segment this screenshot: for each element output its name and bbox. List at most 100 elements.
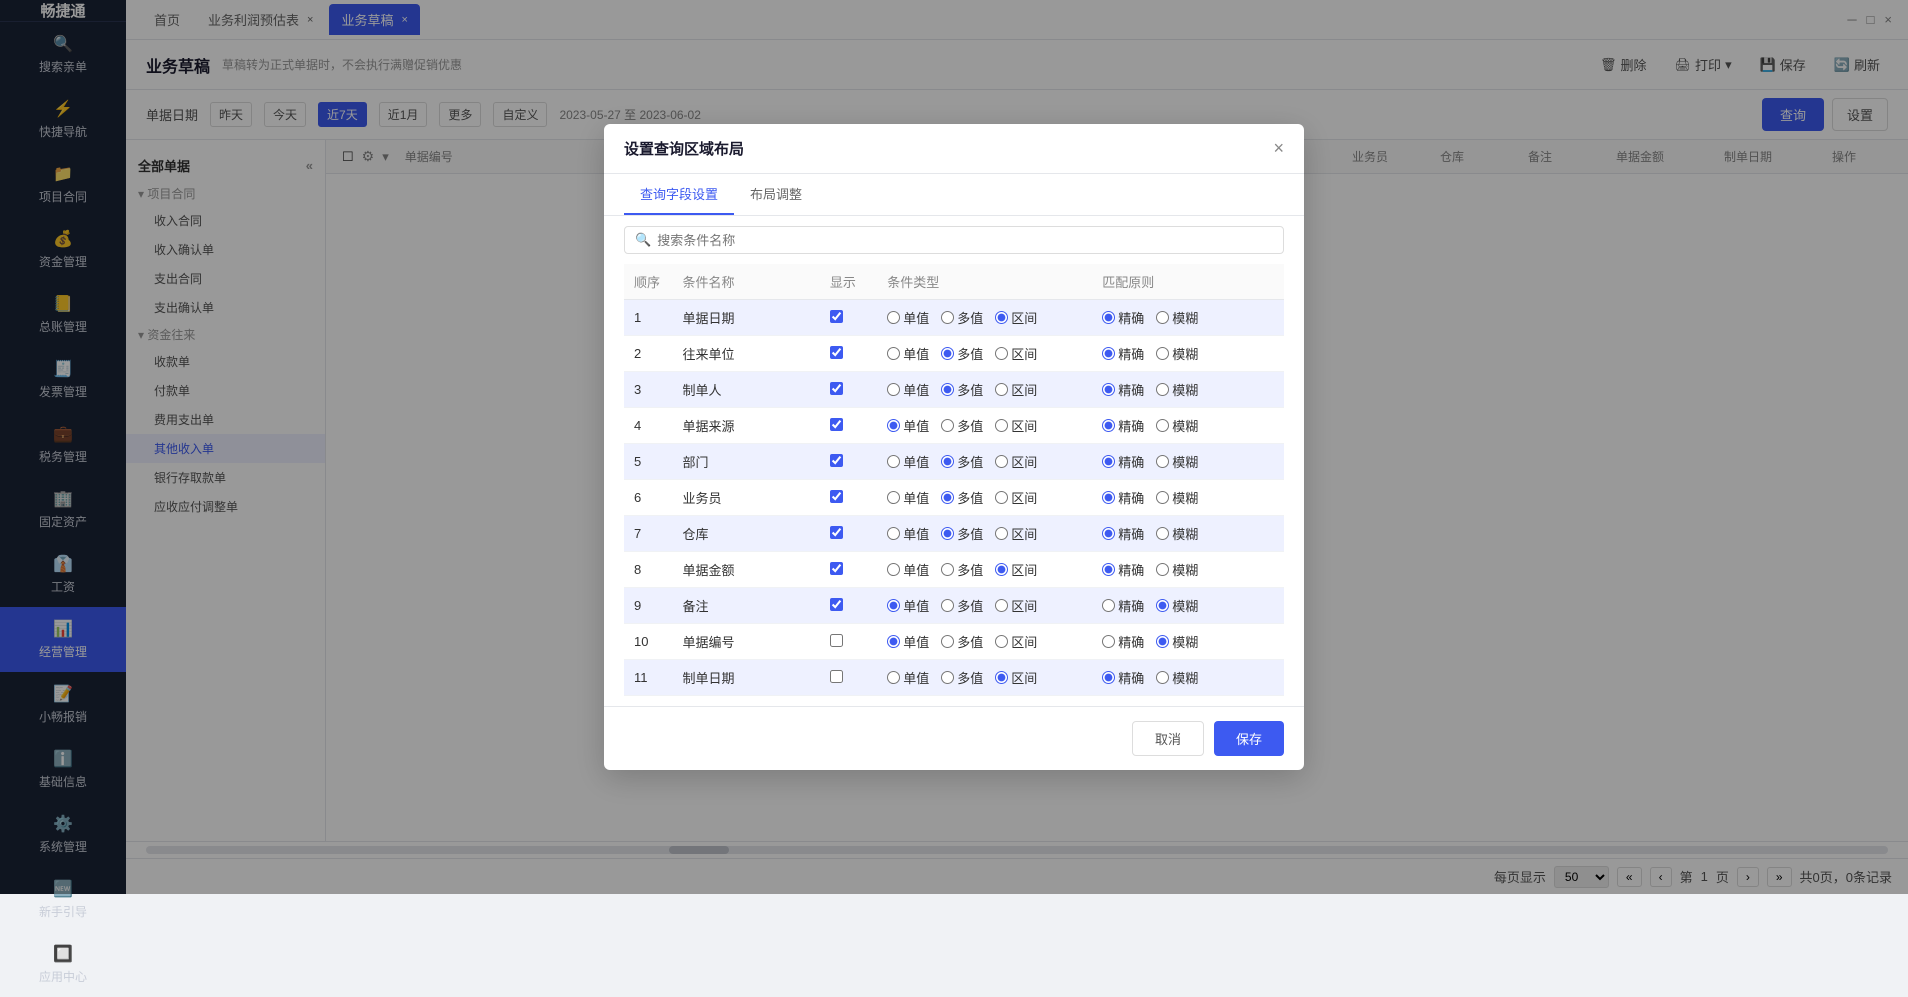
radio-range[interactable]: 区间: [995, 416, 1037, 435]
radio-fuzzy[interactable]: 模糊: [1156, 668, 1198, 687]
radio-single[interactable]: 单值: [887, 416, 929, 435]
modal-header: 设置查询区域布局 ×: [604, 124, 1304, 174]
radio-single[interactable]: 单值: [887, 668, 929, 687]
radio-range[interactable]: 区间: [995, 560, 1037, 579]
show-checkbox[interactable]: [830, 598, 843, 611]
cell-match: 精确 模糊: [1092, 552, 1284, 588]
modal-tab-fields[interactable]: 查询字段设置: [624, 174, 734, 215]
radio-multi[interactable]: 多值: [941, 308, 983, 327]
radio-range[interactable]: 区间: [995, 488, 1037, 507]
radio-single[interactable]: 单值: [887, 344, 929, 363]
radio-range[interactable]: 区间: [995, 524, 1037, 543]
radio-exact[interactable]: 精确: [1102, 560, 1144, 579]
radio-multi[interactable]: 多值: [941, 488, 983, 507]
cell-match: 精确 模糊: [1092, 480, 1284, 516]
radio-range[interactable]: 区间: [995, 380, 1037, 399]
radio-multi[interactable]: 多值: [941, 596, 983, 615]
radio-multi[interactable]: 多值: [941, 560, 983, 579]
table-row: 9备注 单值 多值 区间 精确 模糊: [624, 588, 1284, 624]
cell-order: 2: [624, 336, 672, 372]
radio-exact[interactable]: 精确: [1102, 524, 1144, 543]
radio-fuzzy[interactable]: 模糊: [1156, 488, 1198, 507]
radio-exact[interactable]: 精确: [1102, 668, 1144, 687]
radio-range[interactable]: 区间: [995, 596, 1037, 615]
cancel-button[interactable]: 取消: [1132, 721, 1204, 756]
cell-name: 业务员: [672, 480, 819, 516]
radio-fuzzy[interactable]: 模糊: [1156, 560, 1198, 579]
table-row: 7仓库 单值 多值 区间 精确 模糊: [624, 516, 1284, 552]
radio-multi[interactable]: 多值: [941, 452, 983, 471]
cell-name: 单据金额: [672, 552, 819, 588]
show-checkbox[interactable]: [830, 490, 843, 503]
show-checkbox[interactable]: [830, 418, 843, 431]
modal-tabs: 查询字段设置 布局调整: [604, 174, 1304, 216]
radio-fuzzy[interactable]: 模糊: [1156, 524, 1198, 543]
radio-exact[interactable]: 精确: [1102, 416, 1144, 435]
cell-type: 单值 多值 区间: [877, 444, 1092, 480]
radio-single[interactable]: 单值: [887, 380, 929, 399]
show-checkbox[interactable]: [830, 454, 843, 467]
cell-show: [820, 408, 877, 444]
radio-exact[interactable]: 精确: [1102, 596, 1144, 615]
radio-range[interactable]: 区间: [995, 668, 1037, 687]
sidebar-item-apps[interactable]: 🔲 应用中心: [0, 932, 126, 997]
radio-multi[interactable]: 多值: [941, 632, 983, 651]
radio-fuzzy[interactable]: 模糊: [1156, 416, 1198, 435]
radio-fuzzy[interactable]: 模糊: [1156, 344, 1198, 363]
radio-multi[interactable]: 多值: [941, 524, 983, 543]
cell-type: 单值 多值 区间: [877, 336, 1092, 372]
cell-order: 11: [624, 660, 672, 696]
radio-range[interactable]: 区间: [995, 344, 1037, 363]
radio-multi[interactable]: 多值: [941, 668, 983, 687]
save-button[interactable]: 保存: [1214, 721, 1284, 756]
radio-single[interactable]: 单值: [887, 308, 929, 327]
modal-search-input[interactable]: [657, 233, 1273, 248]
cell-order: 1: [624, 300, 672, 336]
modal-overlay[interactable]: 设置查询区域布局 × 查询字段设置 布局调整 🔍 顺序 条件名称: [0, 0, 1908, 894]
radio-single[interactable]: 单值: [887, 632, 929, 651]
cell-order: 3: [624, 372, 672, 408]
radio-single[interactable]: 单值: [887, 452, 929, 471]
show-checkbox[interactable]: [830, 562, 843, 575]
radio-single[interactable]: 单值: [887, 596, 929, 615]
cell-match: 精确 模糊: [1092, 408, 1284, 444]
radio-fuzzy[interactable]: 模糊: [1156, 596, 1198, 615]
radio-exact[interactable]: 精确: [1102, 308, 1144, 327]
radio-exact[interactable]: 精确: [1102, 452, 1144, 471]
radio-range[interactable]: 区间: [995, 308, 1037, 327]
radio-range[interactable]: 区间: [995, 632, 1037, 651]
radio-fuzzy[interactable]: 模糊: [1156, 380, 1198, 399]
show-checkbox[interactable]: [830, 382, 843, 395]
cell-show: [820, 588, 877, 624]
radio-fuzzy[interactable]: 模糊: [1156, 308, 1198, 327]
show-checkbox[interactable]: [830, 634, 843, 647]
cell-show: [820, 336, 877, 372]
cell-show: [820, 624, 877, 660]
modal-close-button[interactable]: ×: [1273, 138, 1284, 159]
show-checkbox[interactable]: [830, 526, 843, 539]
radio-exact[interactable]: 精确: [1102, 344, 1144, 363]
table-row: 11制单日期 单值 多值 区间 精确 模糊: [624, 660, 1284, 696]
radio-range[interactable]: 区间: [995, 452, 1037, 471]
table-row: 1单据日期 单值 多值 区间 精确 模糊: [624, 300, 1284, 336]
show-checkbox[interactable]: [830, 310, 843, 323]
cell-show: [820, 660, 877, 696]
cell-show: [820, 552, 877, 588]
radio-multi[interactable]: 多值: [941, 344, 983, 363]
radio-multi[interactable]: 多值: [941, 416, 983, 435]
radio-single[interactable]: 单值: [887, 560, 929, 579]
radio-exact[interactable]: 精确: [1102, 632, 1144, 651]
table-row: 5部门 单值 多值 区间 精确 模糊: [624, 444, 1284, 480]
radio-exact[interactable]: 精确: [1102, 488, 1144, 507]
radio-single[interactable]: 单值: [887, 488, 929, 507]
radio-single[interactable]: 单值: [887, 524, 929, 543]
radio-fuzzy[interactable]: 模糊: [1156, 452, 1198, 471]
table-row: 10单据编号 单值 多值 区间 精确 模糊: [624, 624, 1284, 660]
radio-fuzzy[interactable]: 模糊: [1156, 632, 1198, 651]
show-checkbox[interactable]: [830, 670, 843, 683]
radio-exact[interactable]: 精确: [1102, 380, 1144, 399]
show-checkbox[interactable]: [830, 346, 843, 359]
modal-tab-layout[interactable]: 布局调整: [734, 174, 818, 215]
radio-multi[interactable]: 多值: [941, 380, 983, 399]
cell-type: 单值 多值 区间: [877, 660, 1092, 696]
